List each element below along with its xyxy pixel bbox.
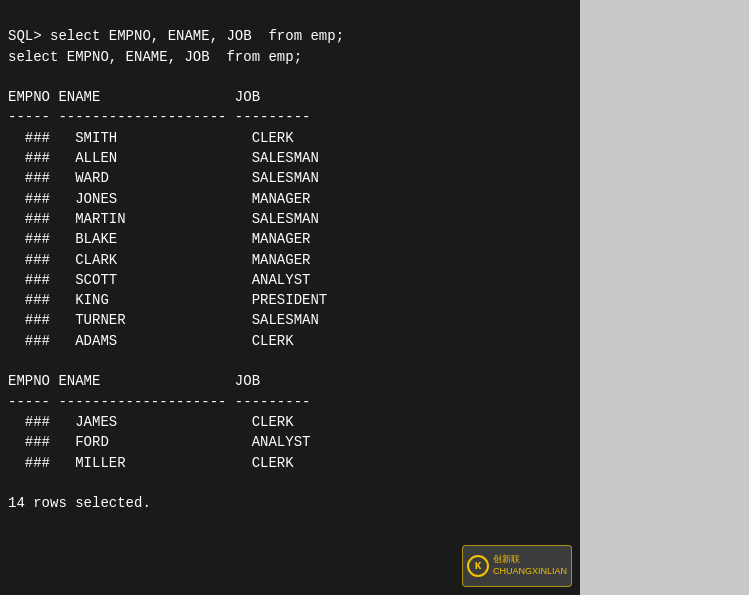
terminal-window: SQL> select EMPNO, ENAME, JOB from emp; … <box>0 0 580 595</box>
sql-prompt-line2: select EMPNO, ENAME, JOB from emp; <box>8 49 302 65</box>
watermark-icon: K <box>467 555 489 577</box>
terminal-output: SQL> select EMPNO, ENAME, JOB from emp; … <box>8 6 572 513</box>
watermark-badge: K 创新联CHUANGXINLIAN <box>462 545 572 587</box>
footer-rows-selected: 14 rows selected. <box>8 495 151 511</box>
row-clark: ### CLARK MANAGER <box>25 252 311 268</box>
row-turner: ### TURNER SALESMAN <box>25 312 319 328</box>
col-header: EMPNO ENAME JOB <box>8 89 260 105</box>
row-adams: ### ADAMS CLERK <box>25 333 294 349</box>
right-panel <box>580 0 749 595</box>
sql-prompt-line1: SQL> select EMPNO, ENAME, JOB from emp; <box>8 28 344 44</box>
row-ford: ### FORD ANALYST <box>25 434 311 450</box>
row-king: ### KING PRESIDENT <box>25 292 327 308</box>
row-allen: ### ALLEN SALESMAN <box>25 150 319 166</box>
row-james: ### JAMES CLERK <box>25 414 294 430</box>
row-scott: ### SCOTT ANALYST <box>25 272 311 288</box>
col-separator: ----- -------------------- --------- <box>8 109 310 125</box>
row-smith: ### SMITH CLERK <box>25 130 294 146</box>
col-header2: EMPNO ENAME JOB <box>8 373 260 389</box>
watermark-text: 创新联CHUANGXINLIAN <box>493 554 567 577</box>
row-ward: ### WARD SALESMAN <box>25 170 319 186</box>
row-blake: ### BLAKE MANAGER <box>25 231 311 247</box>
row-jones: ### JONES MANAGER <box>25 191 311 207</box>
row-martin: ### MARTIN SALESMAN <box>25 211 319 227</box>
row-miller: ### MILLER CLERK <box>25 455 294 471</box>
col-separator2: ----- -------------------- --------- <box>8 394 310 410</box>
